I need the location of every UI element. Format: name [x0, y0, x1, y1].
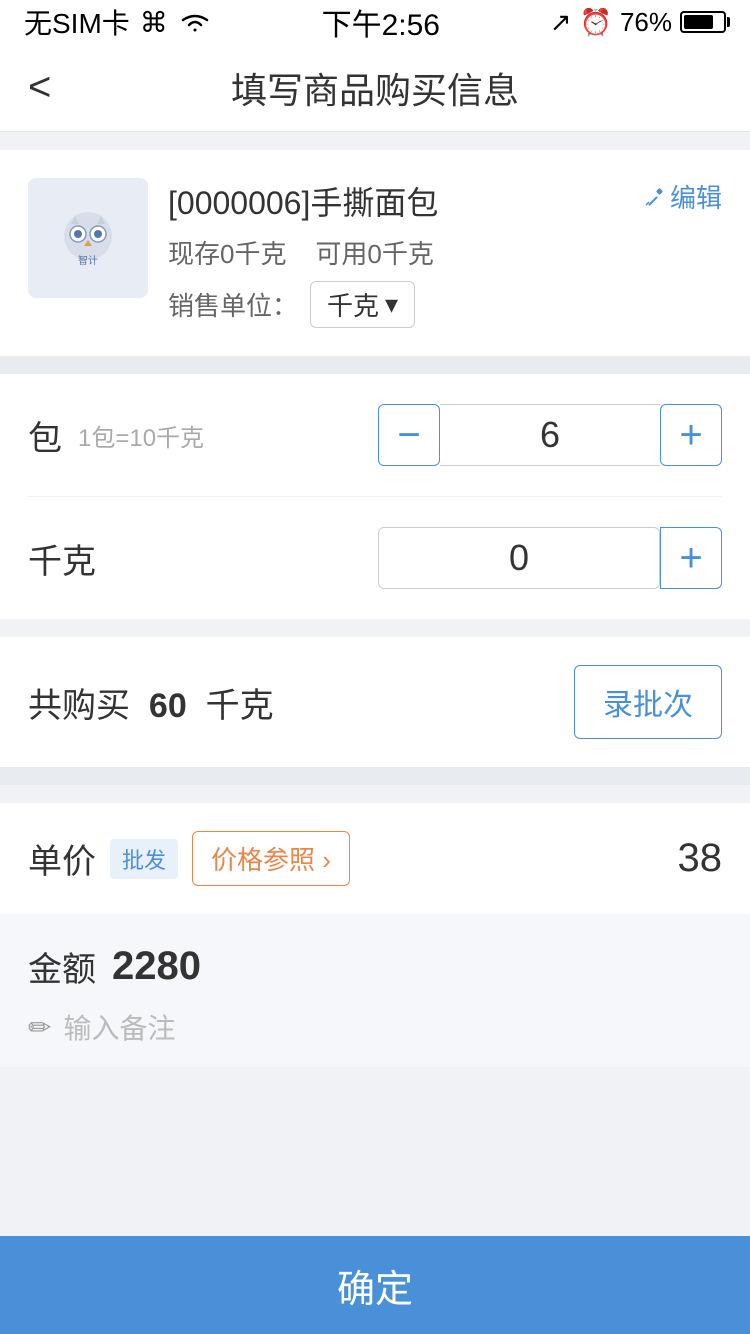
product-image: 智计 — [28, 178, 148, 298]
pencil-icon: ✏ — [28, 1011, 51, 1044]
kg-quantity-control: + — [378, 527, 722, 589]
total-text: 共购买 60 千克 — [28, 678, 274, 727]
price-label: 单价 — [28, 834, 96, 883]
kg-row: 千克 + — [28, 497, 722, 619]
back-button[interactable]: < — [28, 65, 51, 110]
wifi-icon: ⌘ — [140, 6, 168, 39]
price-label-group: 单价 批发 价格参照 › — [28, 831, 350, 886]
package-row: 包 1包=10千克 − + — [28, 374, 722, 497]
product-logo: 智计 — [53, 208, 123, 268]
package-label: 包 — [28, 411, 62, 460]
unit-label: 销售单位： — [168, 286, 298, 323]
price-row: 单价 批发 价格参照 › 38 — [28, 831, 722, 886]
wifi-signal-icon — [178, 10, 212, 34]
alarm-icon: ⏰ — [580, 7, 612, 38]
battery-percent: 76% — [620, 7, 672, 38]
total-amount: 60 — [149, 687, 187, 725]
product-name: [0000006]手撕面包 — [168, 178, 438, 224]
status-bar: 无SIM卡 ⌘ 下午2:56 ↗ ⏰ 76% — [0, 0, 750, 44]
package-quantity-control: − + — [378, 404, 722, 466]
product-unit-row: 销售单位： 千克 ▾ — [168, 281, 722, 328]
price-value: 38 — [678, 836, 723, 881]
status-time: 下午2:56 — [322, 0, 440, 44]
product-edit-button[interactable]: 编辑 — [644, 178, 722, 215]
status-left: 无SIM卡 ⌘ — [24, 2, 212, 42]
separator-1 — [0, 356, 750, 374]
kg-quantity-input[interactable] — [378, 527, 660, 589]
nav-bar: < 填写商品购买信息 — [0, 44, 750, 132]
price-ref-button[interactable]: 价格参照 › — [192, 831, 350, 886]
total-section: 共购买 60 千克 录批次 — [0, 637, 750, 767]
price-section: 单价 批发 价格参照 › 38 — [0, 803, 750, 914]
status-right: ↗ ⏰ 76% — [550, 7, 726, 38]
batch-button[interactable]: 录批次 — [574, 665, 722, 739]
carrier-label: 无SIM卡 — [24, 2, 130, 42]
confirm-button[interactable]: 确定 — [0, 1236, 750, 1334]
package-plus-button[interactable]: + — [660, 404, 722, 466]
amount-section: 金额 2280 ✏ 输入备注 — [0, 914, 750, 1067]
svg-text:智计: 智计 — [78, 254, 98, 267]
edit-icon — [644, 186, 666, 208]
separator-2 — [0, 767, 750, 785]
battery-icon — [680, 11, 726, 33]
chevron-down-icon: ▾ — [385, 289, 398, 320]
remark-row[interactable]: ✏ 输入备注 — [28, 1007, 722, 1047]
unit-select[interactable]: 千克 ▾ — [310, 281, 415, 328]
product-card: 智计 [0000006]手撕面包 编辑 现存0千克 可用0千克 销售单位： — [0, 150, 750, 356]
package-sublabel: 1包=10千克 — [78, 418, 204, 453]
amount-label: 金额 — [28, 942, 96, 991]
input-section: 包 1包=10千克 − + 千克 + — [0, 374, 750, 619]
package-quantity-input[interactable] — [440, 404, 660, 466]
amount-value: 2280 — [112, 944, 201, 989]
kg-plus-button[interactable]: + — [660, 527, 722, 589]
product-info: [0000006]手撕面包 编辑 现存0千克 可用0千克 销售单位： 千克 ▾ — [168, 178, 722, 328]
amount-row: 金额 2280 — [28, 942, 722, 991]
page-title: 填写商品购买信息 — [231, 62, 519, 114]
location-icon: ↗ — [550, 7, 572, 38]
price-badge: 批发 — [110, 839, 178, 879]
package-minus-button[interactable]: − — [378, 404, 440, 466]
kg-label: 千克 — [28, 534, 96, 583]
product-stock: 现存0千克 可用0千克 — [168, 234, 722, 271]
remark-placeholder: 输入备注 — [63, 1007, 175, 1047]
